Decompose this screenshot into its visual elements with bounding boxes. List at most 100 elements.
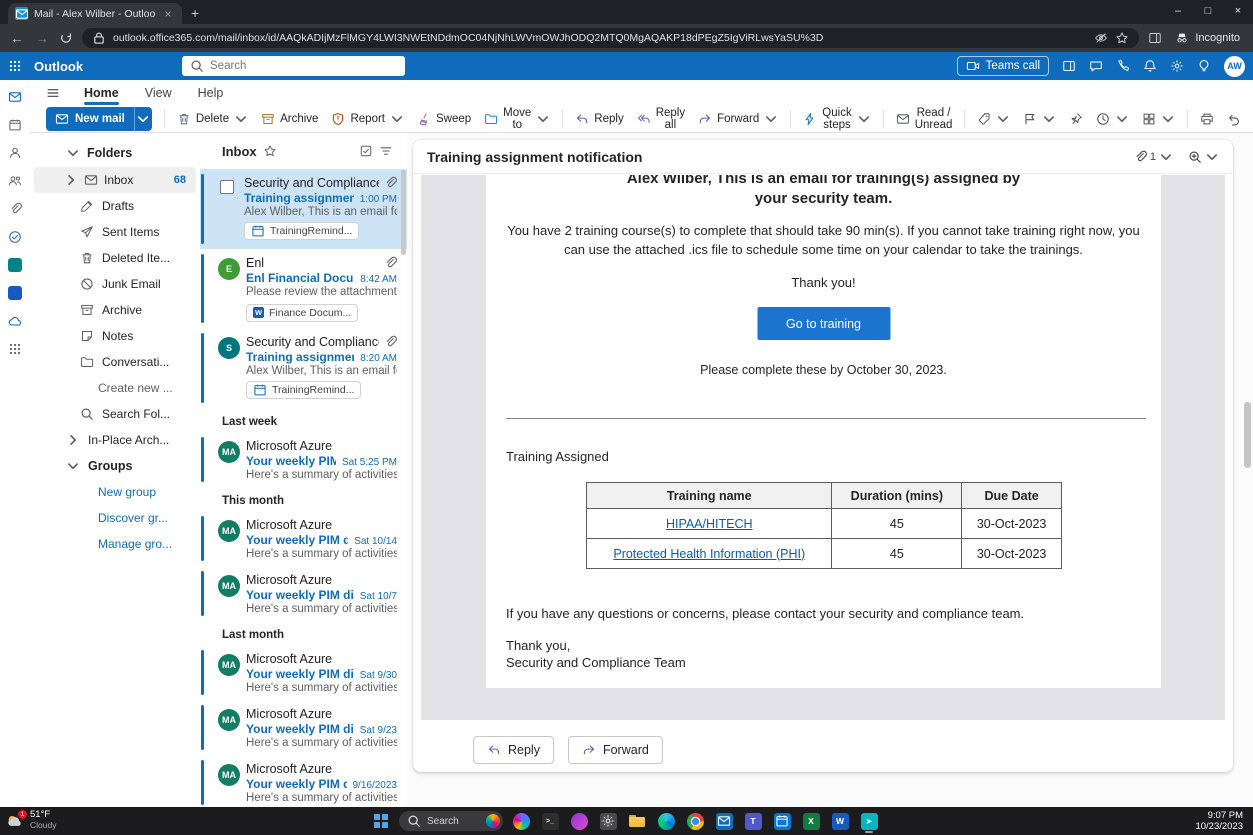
lock-icon[interactable] [92,31,106,45]
browser-tab[interactable]: Mail - Alex Wilber - Outlook × [8,3,182,24]
more-options-button[interactable]: ⋯ [1248,107,1253,131]
address-bar[interactable]: outlook.office365.com/mail/inbox/id/AAQk… [82,28,1139,48]
tab-help[interactable]: Help [186,80,236,105]
start-button[interactable] [370,809,392,833]
side-panel-icon[interactable] [1148,31,1162,45]
snooze-button[interactable] [1090,107,1135,131]
mail-list-item[interactable]: MA Microsoft Azure Your weekly PIM dige.… [200,755,407,808]
email-body-scroll-area[interactable]: Alex Wilber, This is an email for traini… [421,175,1225,720]
folder-junk-email[interactable]: Junk Email [30,271,200,297]
search-input[interactable] [210,60,397,72]
tab-close-icon[interactable]: × [161,7,175,21]
weather-widget[interactable]: 1 51°F Cloudy [6,809,56,831]
mail-select-checkbox[interactable] [220,180,234,194]
hamburger-menu-icon[interactable] [46,86,60,100]
copilot-icon[interactable] [510,809,532,833]
archive-button[interactable]: Archive [255,107,324,131]
mini-window-icon[interactable] [1062,59,1076,73]
new-mail-button[interactable]: New mail [46,107,152,131]
chrome-icon[interactable] [684,809,706,833]
rail-excel-icon[interactable] [8,258,22,272]
move-to-button[interactable]: Move to [478,107,556,131]
account-avatar[interactable]: AW [1224,56,1245,77]
categorize-button[interactable] [1136,107,1181,131]
groups-header[interactable]: Groups [30,453,200,479]
mail-list-item[interactable]: E Enl Enl Financial Document8:42 AM Plea… [200,249,407,328]
new-mail-dropdown[interactable] [134,107,152,131]
undo-button[interactable] [1221,107,1247,131]
zoom-control[interactable] [1188,150,1219,164]
tips-lightbulb-icon[interactable] [1197,59,1211,73]
sweep-button[interactable]: Sweep [411,107,477,131]
rail-groups-icon[interactable] [8,174,22,188]
rail-calendar-icon[interactable] [8,118,22,132]
chevron-right-icon[interactable] [64,173,78,187]
tab-home[interactable]: Home [72,80,131,105]
phone-icon[interactable] [1116,59,1130,73]
attachments-toggle[interactable]: 1 [1133,150,1173,164]
back-button[interactable]: ← [9,31,25,46]
folder-inbox[interactable]: Inbox 68 [34,167,196,193]
mail-list-item[interactable]: MA Microsoft Azure Your weekly PIM diges… [200,700,407,755]
settings-icon[interactable] [597,809,619,833]
bookmark-star-icon[interactable] [1115,31,1129,45]
attachment-chip[interactable]: WFinance Docum... [246,304,358,322]
pin-button[interactable] [1063,107,1089,131]
terminal-icon[interactable]: >_ [539,809,561,833]
outlook-search[interactable] [182,56,405,76]
window-maximize-button[interactable]: □ [1193,0,1223,22]
folders-header[interactable]: Folders [30,139,200,167]
flag-button[interactable] [1017,107,1062,131]
mail-list-item[interactable]: S Security and Compliance T... Training … [200,328,407,408]
rail-todo-icon[interactable] [8,230,22,244]
folder-notes[interactable]: Notes [30,323,200,349]
folder-archive[interactable]: Archive [30,297,200,323]
list-scrollbar-thumb[interactable] [401,170,406,255]
favorite-star-icon[interactable] [263,144,277,158]
in-place-archive[interactable]: In-Place Arch... [30,427,200,453]
notifications-bell-icon[interactable] [1143,59,1157,73]
window-close-button[interactable]: × [1223,0,1253,22]
mail-list-item[interactable]: MA Microsoft Azure Your weekly PIM di...… [200,432,407,487]
training-link[interactable]: Protected Health Information (PHI) [613,547,805,561]
edge-icon[interactable] [655,809,677,833]
mail-list-item[interactable]: MA Microsoft Azure Your weekly PIM diges… [200,645,407,700]
rail-word-icon[interactable] [8,286,22,300]
mail-list-item[interactable]: MA Microsoft Azure Your weekly PIM diges… [200,511,407,566]
excel-icon[interactable]: X [800,809,822,833]
taskbar-clock[interactable]: 9:07 PM 10/23/2023 [1195,810,1243,832]
quick-steps-button[interactable]: Quick steps [797,107,876,131]
teams-icon[interactable]: T [742,809,764,833]
outlook-icon[interactable] [713,809,735,833]
word-icon[interactable]: W [829,809,851,833]
new-group-link[interactable]: New group [30,479,200,505]
attachment-chip[interactable]: TrainingRemind... [246,381,361,399]
rail-more-apps-icon[interactable] [8,342,22,356]
taskbar-search[interactable]: Search [399,811,503,831]
search-folders[interactable]: Search Fol... [30,401,200,427]
rail-mail-icon[interactable] [8,90,22,104]
tag-button[interactable] [971,107,1016,131]
remote-desktop-icon[interactable]: ➤ [858,809,880,833]
reply-button[interactable]: Reply [569,107,629,131]
tab-view[interactable]: View [133,80,184,105]
forward-button[interactable]: Forward [568,736,663,764]
discover-groups-link[interactable]: Discover gr... [30,505,200,531]
password-eye-icon[interactable] [1094,31,1108,45]
settings-gear-icon[interactable] [1170,59,1184,73]
filter-icon[interactable] [379,144,393,158]
manage-groups-link[interactable]: Manage gro... [30,531,200,557]
print-button[interactable] [1194,107,1220,131]
app-launcher-icon[interactable] [0,59,30,73]
window-minimize-button[interactable]: – [1163,0,1193,22]
mail-list-item[interactable]: MA Microsoft Azure Your weekly PIM diges… [200,566,407,621]
reply-button[interactable]: Reply [473,736,554,764]
refresh-icon[interactable] [59,31,73,45]
rail-onedrive-icon[interactable] [8,314,22,328]
forward-button[interactable]: Forward [692,107,784,131]
new-tab-button[interactable]: + [191,5,199,21]
mail-list-item[interactable]: Security and Compliance Te... Training a… [200,169,407,249]
teams-call-button[interactable]: Teams call [957,56,1049,76]
calendar-icon[interactable] [771,809,793,833]
rail-attachments-icon[interactable] [8,202,22,216]
